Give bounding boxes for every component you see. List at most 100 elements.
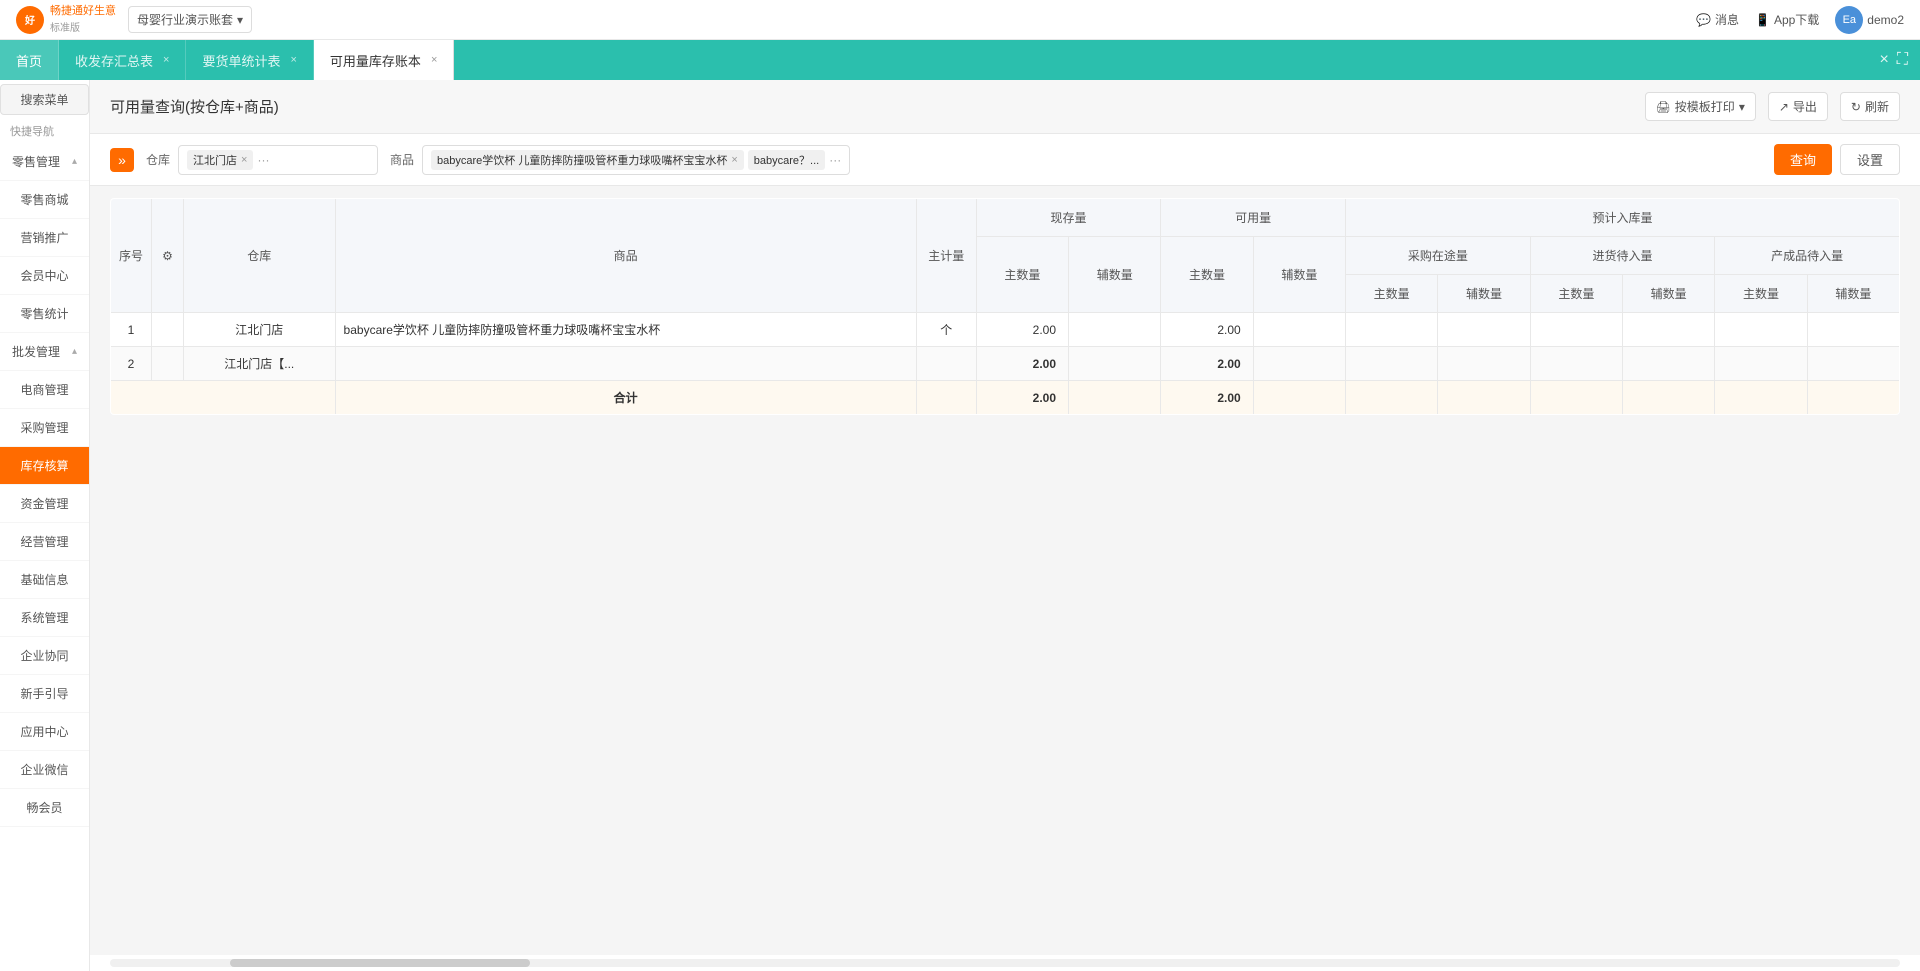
tab-expand-icon[interactable]: ⛶ — [1897, 51, 1908, 69]
product-filter-group: 商品 babycare学饮杯 儿童防摔防撞吸管杯重力球吸嘴杯宝宝水杯 × bab… — [390, 145, 850, 175]
content-area: 可用量查询(按仓库+商品) 🖨 按模板打印 ▾ ↗ 导出 ↻ 刷新 » — [90, 80, 1920, 971]
warehouse-filter-input[interactable]: 江北门店 × ··· — [178, 145, 378, 175]
th-expected-in-group: 预计入库量 — [1346, 199, 1900, 237]
sidebar-item-marketing[interactable]: 营销推广 — [0, 219, 89, 257]
th-purchase-main: 主数量 — [1346, 275, 1438, 313]
app-download-btn[interactable]: 📱 App下载 — [1755, 11, 1819, 28]
row-2-product — [335, 347, 916, 381]
basic-info-label: 基础信息 — [20, 571, 68, 588]
tab-order-summary[interactable]: 要货单统计表 × — [186, 40, 313, 80]
search-menu-btn[interactable]: 搜索菜单 — [0, 84, 89, 115]
product-tag-2-value: babycare？... — [754, 152, 819, 168]
sidebar-item-operations[interactable]: 经营管理 — [0, 523, 89, 561]
sidebar-item-finance[interactable]: 资金管理 — [0, 485, 89, 523]
filter-toggle-btn[interactable]: » — [110, 148, 134, 172]
sidebar-item-retail-management[interactable]: 零售管理 ▴ — [0, 143, 89, 181]
main-layout: 搜索菜单 快捷导航 零售管理 ▴ 零售商城 营销推广 会员中心 零售统计 批发管… — [0, 80, 1920, 971]
logo-text-block: 畅捷通好生意 标准版 — [50, 5, 116, 33]
sidebar-item-enterprise-wechat[interactable]: 企业微信 — [0, 751, 89, 789]
sidebar-item-new-guide[interactable]: 新手引导 — [0, 675, 89, 713]
ecommerce-label: 电商管理 — [20, 381, 68, 398]
row-2-purchase-sub — [1438, 347, 1530, 381]
sidebar-item-system[interactable]: 系统管理 — [0, 599, 89, 637]
th-available-main: 主数量 — [1161, 237, 1253, 313]
filter-area: » 仓库 江北门店 × ··· 商品 babycare学饮杯 儿童防摔防撞吸管杯… — [90, 134, 1920, 186]
industry-selector[interactable]: 母婴行业演示账套 ▾ — [128, 6, 252, 33]
row-1-stock-sub — [1069, 313, 1161, 347]
settings-btn[interactable]: 设置 — [1840, 144, 1900, 175]
row-2-goods-main — [1530, 347, 1622, 381]
th-warehouse: 仓库 — [184, 199, 336, 313]
query-btn[interactable]: 查询 — [1774, 144, 1832, 175]
th-product-sub: 辅数量 — [1807, 275, 1899, 313]
summary-label — [111, 381, 336, 415]
warehouse-filter-group: 仓库 江北门店 × ··· — [146, 145, 378, 175]
industry-chevron: ▾ — [237, 13, 243, 27]
tab-receive-summary-close[interactable]: × — [163, 54, 169, 66]
row-1-available-main: 2.00 — [1161, 313, 1253, 347]
scrollbar-thumb[interactable] — [230, 959, 530, 967]
sidebar-item-retail-stats[interactable]: 零售统计 — [0, 295, 89, 333]
summary-purchase-main — [1346, 381, 1438, 415]
refresh-icon: ↻ — [1851, 100, 1861, 114]
top-bar: 好 畅捷通好生意 标准版 母婴行业演示账套 ▾ 💬 消息 📱 App下载 Ea … — [0, 0, 1920, 40]
refresh-btn[interactable]: ↻ 刷新 — [1840, 92, 1900, 121]
system-label: 系统管理 — [20, 609, 68, 626]
export-btn[interactable]: ↗ 导出 — [1768, 92, 1828, 121]
sidebar-item-purchase[interactable]: 采购管理 — [0, 409, 89, 447]
phone-icon: 📱 — [1755, 13, 1770, 27]
warehouse-filter-dots[interactable]: ··· — [257, 153, 269, 167]
sidebar-item-basic-info[interactable]: 基础信息 — [0, 561, 89, 599]
industry-label: 母婴行业演示账套 — [137, 11, 233, 28]
warehouse-tag-close[interactable]: × — [241, 154, 247, 166]
sidebar-item-vip-member[interactable]: 畅会员 — [0, 789, 89, 827]
row-2-product-main — [1715, 347, 1807, 381]
row-1-product-sub — [1807, 313, 1899, 347]
message-btn[interactable]: 💬 消息 — [1696, 11, 1739, 28]
export-label: 导出 — [1793, 98, 1817, 115]
product-tag-1-close[interactable]: × — [731, 154, 737, 166]
tab-available-inventory[interactable]: 可用量库存账本 × — [314, 40, 454, 80]
enterprise-wechat-label: 企业微信 — [20, 761, 68, 778]
logo-icon: 好 — [16, 6, 44, 34]
logo-text: 畅捷通好生意 — [50, 5, 116, 18]
horizontal-scrollbar[interactable] — [110, 959, 1900, 967]
page-actions: 🖨 按模板打印 ▾ ↗ 导出 ↻ 刷新 — [1645, 92, 1900, 121]
warehouse-tag: 江北门店 × — [187, 150, 253, 170]
print-template-btn[interactable]: 🖨 按模板打印 ▾ — [1645, 92, 1756, 121]
tab-available-inventory-close[interactable]: × — [431, 54, 437, 66]
sidebar-item-app-center[interactable]: 应用中心 — [0, 713, 89, 751]
inventory-label: 库存核算 — [20, 457, 68, 474]
row-1-goods-main — [1530, 313, 1622, 347]
summary-product-main — [1715, 381, 1807, 415]
tab-order-summary-label: 要货单统计表 — [202, 51, 280, 70]
wholesale-chevron: ▴ — [72, 346, 77, 357]
th-available-group: 可用量 — [1161, 199, 1346, 237]
user-profile[interactable]: Ea demo2 — [1835, 6, 1904, 34]
username: demo2 — [1867, 13, 1904, 27]
th-gear[interactable]: ⚙ — [152, 199, 184, 313]
th-purchase-in-transit-group: 采购在途量 — [1346, 237, 1531, 275]
row-2-stock-main: 2.00 — [976, 347, 1068, 381]
purchase-label: 采购管理 — [20, 419, 68, 436]
sidebar-item-enterprise-coop[interactable]: 企业协同 — [0, 637, 89, 675]
sidebar-item-retail-store[interactable]: 零售商城 — [0, 181, 89, 219]
tab-home[interactable]: 首页 — [0, 40, 59, 80]
product-filter-dots[interactable]: ··· — [829, 153, 841, 167]
row-2-available-sub — [1253, 347, 1345, 381]
summary-label-text: 合计 — [335, 381, 916, 415]
tab-order-summary-close[interactable]: × — [290, 54, 296, 66]
tab-receive-summary[interactable]: 收发存汇总表 × — [59, 40, 186, 80]
page-header: 可用量查询(按仓库+商品) 🖨 按模板打印 ▾ ↗ 导出 ↻ 刷新 — [90, 80, 1920, 134]
data-table: 序号 ⚙ 仓库 商品 主计量 现存量 可用量 预计入库量 主数量 辅数量 主数量… — [110, 198, 1900, 415]
sidebar-item-inventory[interactable]: 库存核算 — [0, 447, 89, 485]
tab-close-all-icon[interactable]: × — [1879, 51, 1888, 69]
tab-bar: 首页 收发存汇总表 × 要货单统计表 × 可用量库存账本 × × ⛶ — [0, 40, 1920, 80]
th-no: 序号 — [111, 199, 152, 313]
member-center-label: 会员中心 — [20, 267, 68, 284]
sidebar-item-member-center[interactable]: 会员中心 — [0, 257, 89, 295]
sidebar-item-wholesale[interactable]: 批发管理 ▴ — [0, 333, 89, 371]
sidebar-item-ecommerce[interactable]: 电商管理 — [0, 371, 89, 409]
product-filter-input[interactable]: babycare学饮杯 儿童防摔防撞吸管杯重力球吸嘴杯宝宝水杯 × babyca… — [422, 145, 850, 175]
filter-actions: 查询 设置 — [1774, 144, 1900, 175]
